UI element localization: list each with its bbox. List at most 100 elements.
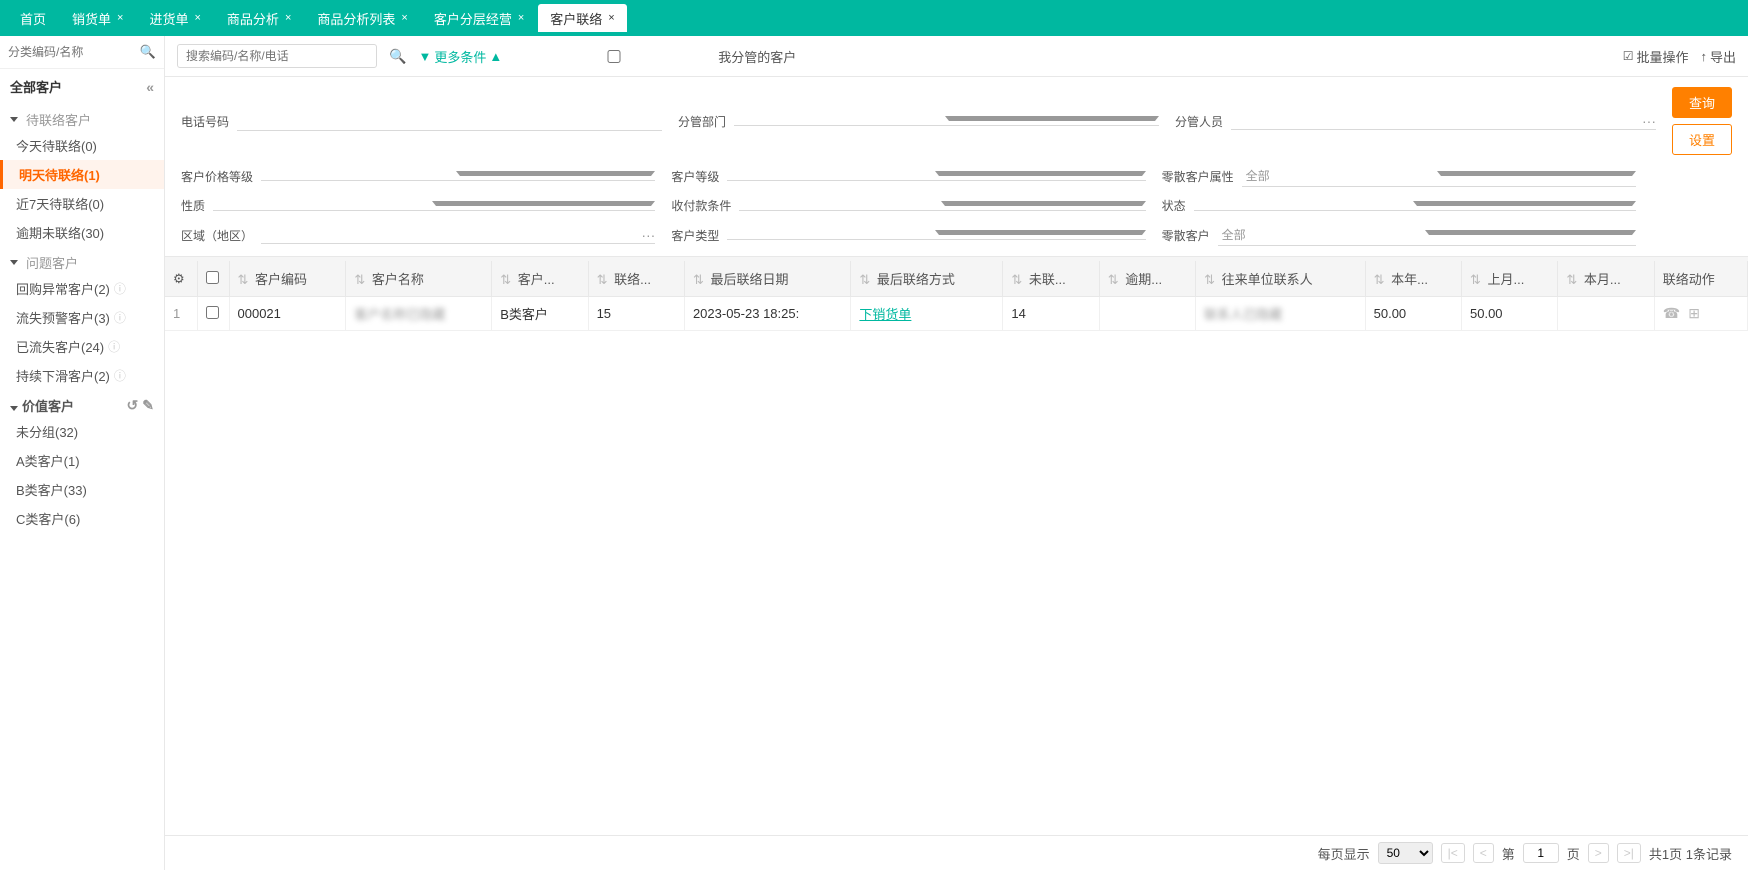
info-icon-2: ⓘ <box>114 309 126 326</box>
my-customer-checkbox[interactable] <box>514 50 714 63</box>
sidebar-search-icon[interactable]: 🔍 <box>140 44 156 60</box>
sidebar-item-class-a[interactable]: A类客户(1) <box>0 446 164 475</box>
sidebar-item-overdue-contact[interactable]: 逾期未联络(30) <box>0 218 164 247</box>
more-filter-button[interactable]: ▼ 更多条件 ▲ <box>418 47 502 66</box>
filter-retail-customer-select[interactable]: 全部 <box>1218 224 1636 246</box>
more-action-icon[interactable]: ⊞ <box>1688 305 1700 322</box>
col-name[interactable]: ⇅ 客户名称 <box>346 261 492 297</box>
edit-value-icon[interactable]: ✎ <box>142 397 154 414</box>
sidebar-item-class-b[interactable]: B类客户(33) <box>0 475 164 504</box>
batch-operation-button[interactable]: ☑ 批量操作 <box>1623 47 1689 66</box>
col-this-month[interactable]: ⇅ 本月... <box>1558 261 1654 297</box>
filter-retail-customer: 零散客户 全部 <box>1162 224 1636 246</box>
row-checkbox[interactable] <box>206 306 219 319</box>
first-page-button[interactable]: |< <box>1441 843 1465 863</box>
last-page-button[interactable]: >| <box>1617 843 1641 863</box>
td-last-method[interactable]: 下销货单 <box>851 297 1003 331</box>
col-liaison[interactable]: ⇅ 往来单位联系人 <box>1196 261 1366 297</box>
filter-nature-chevron <box>432 201 655 210</box>
filter-payment-select[interactable] <box>739 201 1145 211</box>
nav-product-analysis[interactable]: 商品分析 × <box>215 4 303 32</box>
export-button[interactable]: ↑ 导出 <box>1700 47 1736 66</box>
page-number-input[interactable] <box>1523 843 1559 863</box>
filter-status-select[interactable] <box>1194 201 1636 211</box>
ungrouped-label: 未分组(32) <box>16 422 78 441</box>
section-value-label: 价值客户 <box>10 396 74 415</box>
sidebar-item-7days-pending[interactable]: 近7天待联络(0) <box>0 189 164 218</box>
nav-purchase[interactable]: 进货单 × <box>137 4 212 32</box>
section-value-customer[interactable]: 价值客户 ↺ ✎ <box>0 390 164 417</box>
section-pending-contact[interactable]: 待联络客户 <box>0 104 164 131</box>
sidebar-item-class-c[interactable]: C类客户(6) <box>0 504 164 533</box>
set-button[interactable]: 设置 <box>1672 124 1732 155</box>
col-checkbox[interactable] <box>197 261 229 297</box>
query-button[interactable]: 查询 <box>1672 87 1732 118</box>
col-last-month[interactable]: ⇅ 上月... <box>1462 261 1558 297</box>
sidebar-item-tomorrow-pending[interactable]: 明天待联络(1) <box>0 160 164 189</box>
contact-action-icon[interactable]: ☎ <box>1663 305 1680 322</box>
col-type[interactable]: ⇅ 客户... <box>492 261 588 297</box>
section-problem-customer[interactable]: 问题客户 <box>0 247 164 274</box>
filter-nature-select[interactable] <box>213 201 655 211</box>
col-code[interactable]: ⇅ 客户编码 <box>229 261 346 297</box>
col-settings[interactable]: ⚙ <box>165 261 197 297</box>
td-checkbox[interactable] <box>197 297 229 331</box>
col-last-date[interactable]: ⇅ 最后联络日期 <box>684 261 850 297</box>
page-size-select[interactable]: 20 50 100 <box>1378 842 1433 864</box>
nav-sales-close[interactable]: × <box>117 12 123 24</box>
pagination-bar: 每页显示 20 50 100 |< < 第 页 > >| 共1页 1条记录 <box>165 835 1748 870</box>
sidebar-item-churned[interactable]: 已流失客户(24) ⓘ <box>0 332 164 361</box>
sidebar-item-ungrouped[interactable]: 未分组(32) <box>0 417 164 446</box>
filter-customer-type-select[interactable] <box>727 230 1145 240</box>
refresh-value-icon[interactable]: ↺ <box>127 397 139 414</box>
select-all-checkbox[interactable] <box>206 271 219 284</box>
sidebar-search-bar: 🔍 <box>0 36 164 69</box>
filter-price-level-select[interactable] <box>261 171 655 181</box>
nav-purchase-label: 进货单 <box>149 9 188 28</box>
col-name-sort-icon: ⇅ <box>354 272 365 287</box>
filter-region-dots[interactable]: ··· <box>641 227 655 243</box>
settings-gear-icon[interactable]: ⚙ <box>173 271 185 286</box>
td-type: B类客户 <box>492 297 588 331</box>
collapse-icon[interactable]: « <box>146 79 154 95</box>
filter-customer-level-select[interactable] <box>727 171 1145 181</box>
filter-price-level-label: 客户价格等级 <box>181 168 253 185</box>
filter-retail-attr-select[interactable]: 全部 <box>1242 165 1636 187</box>
sidebar-item-churn-warning[interactable]: 流失预警客户(3) ⓘ <box>0 303 164 332</box>
nav-customer-tier[interactable]: 客户分层经营 × <box>422 4 536 32</box>
sidebar-all-customer[interactable]: 全部客户 « <box>0 69 164 104</box>
col-contact-count[interactable]: ⇅ 联络... <box>588 261 684 297</box>
sidebar-item-declining[interactable]: 持续下滑客户(2) ⓘ <box>0 361 164 390</box>
page-label: 第 <box>1502 844 1515 863</box>
sidebar-item-repurchase-abnormal[interactable]: 回购异常客户(2) ⓘ <box>0 274 164 303</box>
nav-product-analysis-close[interactable]: × <box>285 12 291 24</box>
filter-manager-label: 分管人员 <box>1175 113 1223 130</box>
filter-dept-select[interactable] <box>734 116 1159 126</box>
td-num: 1 <box>165 297 197 331</box>
col-this-year[interactable]: ⇅ 本年... <box>1365 261 1461 297</box>
last-method-link[interactable]: 下销货单 <box>859 307 911 322</box>
search-button[interactable]: 🔍 <box>389 48 406 65</box>
col-overdue[interactable]: ⇅ 逾期... <box>1099 261 1195 297</box>
nav-purchase-close[interactable]: × <box>194 12 200 24</box>
nav-home[interactable]: 首页 <box>8 4 58 32</box>
next-page-button[interactable]: > <box>1588 843 1609 863</box>
nav-product-analysis-list-close[interactable]: × <box>401 12 407 24</box>
col-liaison-sort-icon: ⇅ <box>1204 272 1215 287</box>
filter-phone-input[interactable] <box>237 112 662 131</box>
filter-dept-value <box>734 119 941 123</box>
nav-customer-contact-close[interactable]: × <box>608 12 614 24</box>
col-last-method[interactable]: ⇅ 最后联络方式 <box>851 261 1003 297</box>
my-customer-checkbox-label[interactable]: 我分管的客户 <box>514 47 796 66</box>
sidebar-search-input[interactable] <box>8 45 136 59</box>
col-uncontact[interactable]: ⇅ 未联... <box>1003 261 1099 297</box>
filter-row-2: 客户价格等级 客户等级 零散客户属性 全部 <box>181 165 1732 187</box>
nav-product-analysis-list[interactable]: 商品分析列表 × <box>305 4 419 32</box>
sidebar-item-today-pending[interactable]: 今天待联络(0) <box>0 131 164 160</box>
filter-manager-dots[interactable]: ··· <box>1642 113 1656 129</box>
nav-customer-tier-close[interactable]: × <box>518 12 524 24</box>
nav-customer-contact[interactable]: 客户联络 × <box>538 4 626 32</box>
nav-sales[interactable]: 销货单 × <box>60 4 135 32</box>
search-input[interactable] <box>177 44 377 68</box>
prev-page-button[interactable]: < <box>1473 843 1494 863</box>
